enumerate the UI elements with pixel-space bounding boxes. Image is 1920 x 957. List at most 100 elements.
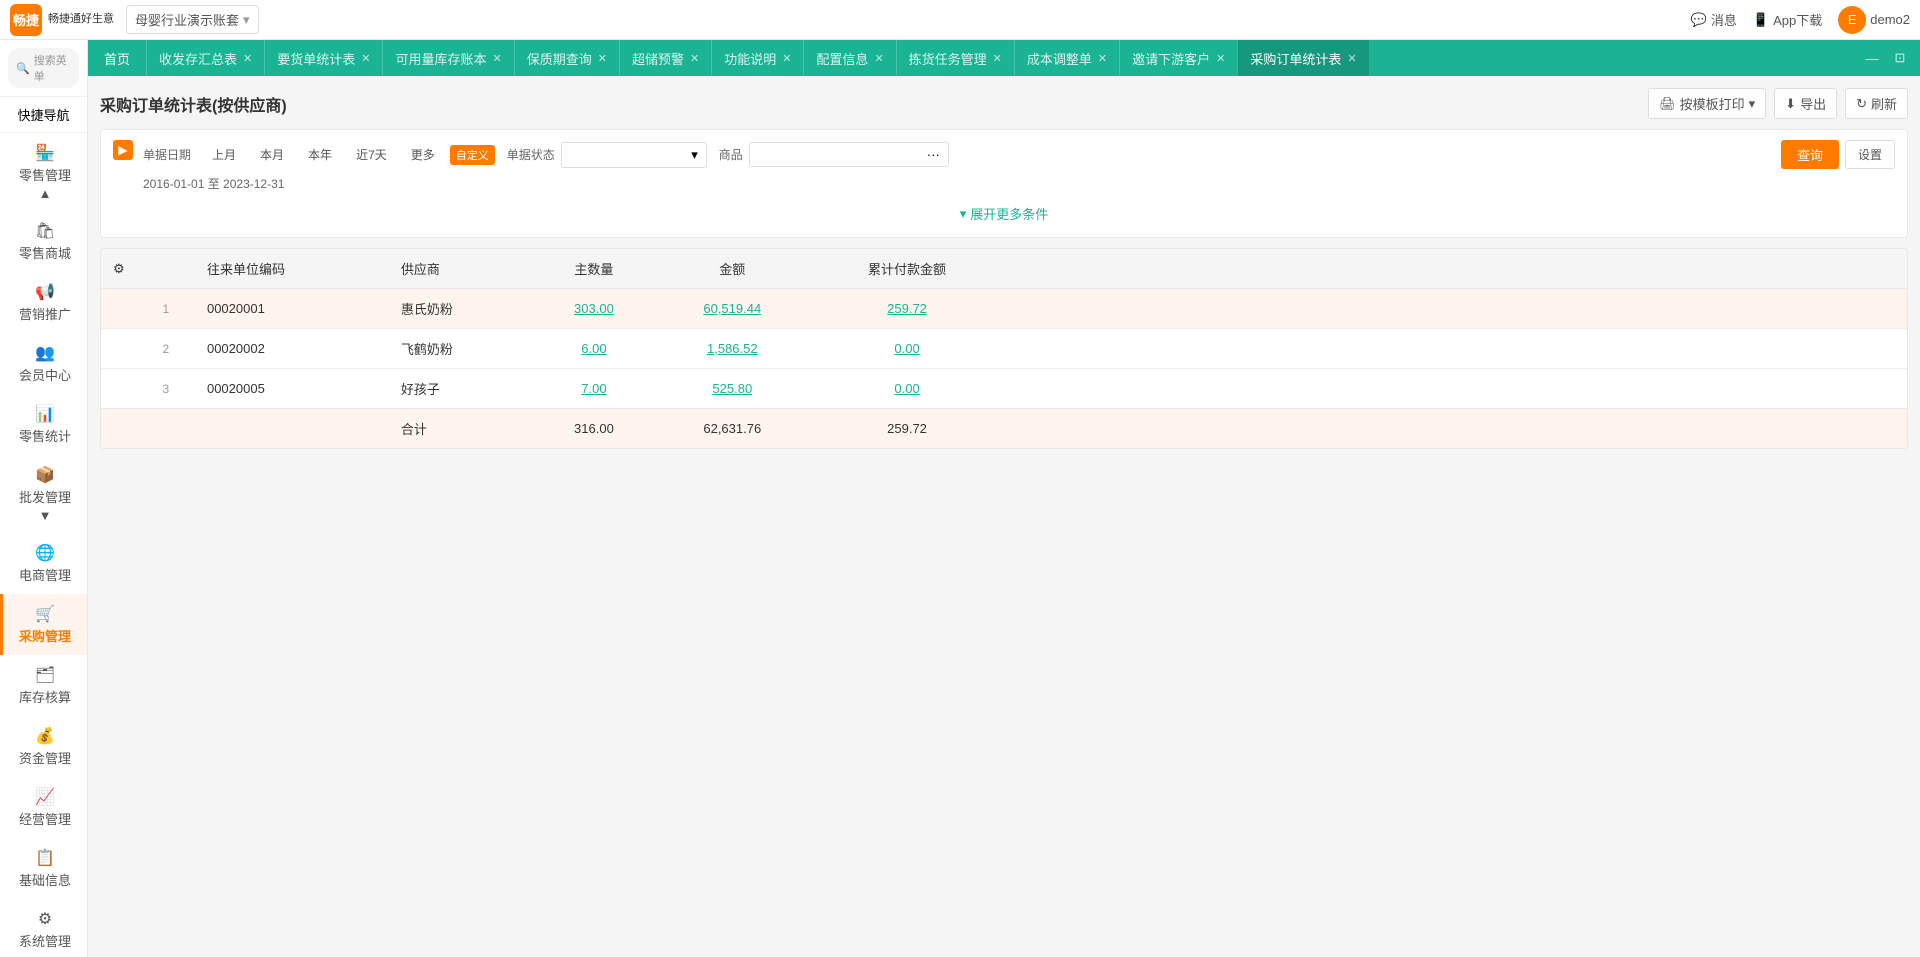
sidebar-item-inventory[interactable]: 🗂 库存核算: [0, 655, 87, 716]
sidebar-item-purchase[interactable]: 🛒 采购管理: [0, 594, 87, 655]
row-num: 1: [137, 289, 195, 329]
row-paid[interactable]: 0.00: [810, 329, 1004, 369]
close-icon[interactable]: ✕: [874, 52, 883, 65]
row-paid[interactable]: 0.00: [810, 369, 1004, 409]
col-paid: 累计付款金额: [810, 249, 1004, 289]
close-icon[interactable]: ✕: [993, 52, 1002, 65]
sidebar: 🔍 搜索英单 快捷导航 🏪 零售管理 ▲ 🛍 零售商城 📢 营销推广 👥 会员中…: [0, 40, 88, 957]
close-icon[interactable]: ✕: [1098, 52, 1107, 65]
goods-input[interactable]: ···: [749, 142, 949, 167]
close-icon[interactable]: ✕: [361, 52, 370, 65]
sidebar-quick-nav[interactable]: 快捷导航: [0, 97, 87, 133]
sidebar-search[interactable]: 🔍 搜索英单: [0, 40, 87, 97]
query-button[interactable]: 查询: [1781, 140, 1839, 169]
sidebar-item-system[interactable]: ⚙ 系统管理: [0, 899, 87, 957]
row-quantity[interactable]: 7.00: [533, 369, 654, 409]
sidebar-item-member[interactable]: 👥 会员中心: [0, 333, 87, 394]
goods-label: 商品: [719, 146, 743, 163]
footer-extra: [1004, 409, 1907, 449]
sidebar-item-operations[interactable]: 📈 经营管理: [0, 777, 87, 838]
row-paid[interactable]: 259.72: [810, 289, 1004, 329]
row-amount[interactable]: 525.80: [655, 369, 811, 409]
status-select[interactable]: ▾: [561, 142, 707, 168]
refresh-icon: ↻: [1856, 96, 1867, 112]
app-download-button[interactable]: 📱 App下载: [1753, 10, 1822, 29]
col-supplier: 供应商: [389, 249, 533, 289]
chevron-down-icon: ▾: [960, 206, 967, 222]
date-option-more[interactable]: 更多: [402, 143, 444, 166]
close-icon[interactable]: ✕: [1216, 52, 1225, 65]
tab-purchase-stats[interactable]: 采购订单统计表 ✕: [1237, 40, 1368, 76]
row-code: 00020001: [195, 289, 389, 329]
date-option-last-month[interactable]: 上月: [203, 143, 245, 166]
tab-receive-summary[interactable]: 收发存汇总表 ✕: [146, 40, 264, 76]
row-supplier: 飞鹤奶粉: [389, 329, 533, 369]
sidebar-item-marketing[interactable]: 📢 营销推广: [0, 272, 87, 333]
close-icon[interactable]: ✕: [493, 52, 502, 65]
row-extra: [1004, 369, 1907, 409]
close-icon[interactable]: ✕: [782, 52, 791, 65]
close-icon[interactable]: ✕: [598, 52, 607, 65]
date-option-this-year[interactable]: 本年: [299, 143, 341, 166]
tab-config-info[interactable]: 配置信息 ✕: [803, 40, 895, 76]
sidebar-item-label: 批发管理: [19, 487, 71, 506]
sidebar-item-wholesale[interactable]: 📦 批发管理 ▼: [0, 455, 87, 533]
sidebar-item-retail-stats[interactable]: 📊 零售统计: [0, 394, 87, 455]
stats-icon: 📊: [35, 404, 55, 424]
row-supplier: 惠氏奶粉: [389, 289, 533, 329]
tab-overstock-alert[interactable]: 超储预警 ✕: [619, 40, 711, 76]
table-row: 2 00020002 飞鹤奶粉 6.00 1,586.52 0.00: [101, 329, 1907, 369]
row-amount[interactable]: 60,519.44: [655, 289, 811, 329]
date-option-this-month[interactable]: 本月: [251, 143, 293, 166]
footer-paid: 259.72: [810, 409, 1004, 449]
sidebar-item-finance[interactable]: 💰 资金管理: [0, 716, 87, 777]
date-option-7days[interactable]: 近7天: [347, 143, 396, 166]
tab-expiry-query[interactable]: 保质期查询 ✕: [514, 40, 619, 76]
sidebar-item-label: 会员中心: [19, 365, 71, 384]
workspace-selector[interactable]: 母婴行业演示账套 ▾: [126, 5, 259, 34]
tab-cost-adjust[interactable]: 成本调整单 ✕: [1014, 40, 1119, 76]
template-print-button[interactable]: 🖨 按模板打印 ▾: [1648, 88, 1766, 119]
sidebar-item-ecommerce[interactable]: 🌐 电商管理: [0, 533, 87, 594]
search-box[interactable]: 🔍 搜索英单: [8, 48, 79, 88]
sidebar-item-label: 零售统计: [19, 426, 71, 445]
close-icon[interactable]: ✕: [1347, 52, 1356, 65]
close-icon[interactable]: ✕: [690, 52, 699, 65]
tab-label: 采购订单统计表: [1250, 49, 1341, 68]
expand-conditions-button[interactable]: ▾ 展开更多条件: [952, 200, 1057, 227]
user-profile[interactable]: E demo2: [1838, 6, 1910, 34]
tab-invite-downstream[interactable]: 邀请下游客户 ✕: [1119, 40, 1237, 76]
col-num: [137, 249, 195, 289]
close-icon[interactable]: ✕: [243, 52, 252, 65]
collapse-button[interactable]: ▶: [113, 140, 133, 160]
sidebar-item-basic[interactable]: 📋 基础信息: [0, 838, 87, 899]
export-button[interactable]: ⬇ 导出: [1774, 88, 1837, 119]
tab-inventory-book[interactable]: 可用量库存账本 ✕: [382, 40, 513, 76]
date-range-row: 2016-01-01 至 2023-12-31: [143, 175, 1895, 192]
tab-label: 要货单统计表: [277, 49, 355, 68]
row-amount[interactable]: 1,586.52: [655, 329, 811, 369]
marketing-icon: 📢: [35, 282, 55, 302]
sidebar-item-retail-shop[interactable]: 🛍 零售商城: [0, 211, 87, 272]
tab-home[interactable]: 首页: [88, 40, 146, 76]
purchase-icon: 🛒: [35, 604, 55, 624]
row-quantity[interactable]: 303.00: [533, 289, 654, 329]
tab-maximize-button[interactable]: ⊡: [1888, 46, 1912, 70]
sidebar-item-retail[interactable]: 🏪 零售管理 ▲: [0, 133, 87, 211]
settings-button[interactable]: 设置: [1845, 140, 1895, 169]
footer-code: [195, 409, 389, 449]
tab-minimize-button[interactable]: —: [1860, 46, 1884, 70]
filter-bar: ▶ 单据日期 上月 本月 本年 近7天 更多 自定义: [100, 129, 1908, 238]
date-custom-badge[interactable]: 自定义: [450, 145, 495, 165]
sidebar-item-label: 基础信息: [19, 870, 71, 889]
refresh-button[interactable]: ↻ 刷新: [1845, 88, 1908, 119]
sidebar-item-label: 零售商城: [19, 243, 71, 262]
tab-bar-end: — ⊡: [1852, 46, 1920, 70]
message-button[interactable]: 💬 消息: [1691, 10, 1737, 29]
status-filter: 单据状态 ▾: [507, 142, 707, 168]
workspace-name: 母婴行业演示账套: [135, 10, 239, 29]
tab-task-mgmt[interactable]: 拣货任务管理 ✕: [896, 40, 1014, 76]
tab-function-desc[interactable]: 功能说明 ✕: [711, 40, 803, 76]
row-quantity[interactable]: 6.00: [533, 329, 654, 369]
tab-order-summary[interactable]: 要货单统计表 ✕: [264, 40, 382, 76]
